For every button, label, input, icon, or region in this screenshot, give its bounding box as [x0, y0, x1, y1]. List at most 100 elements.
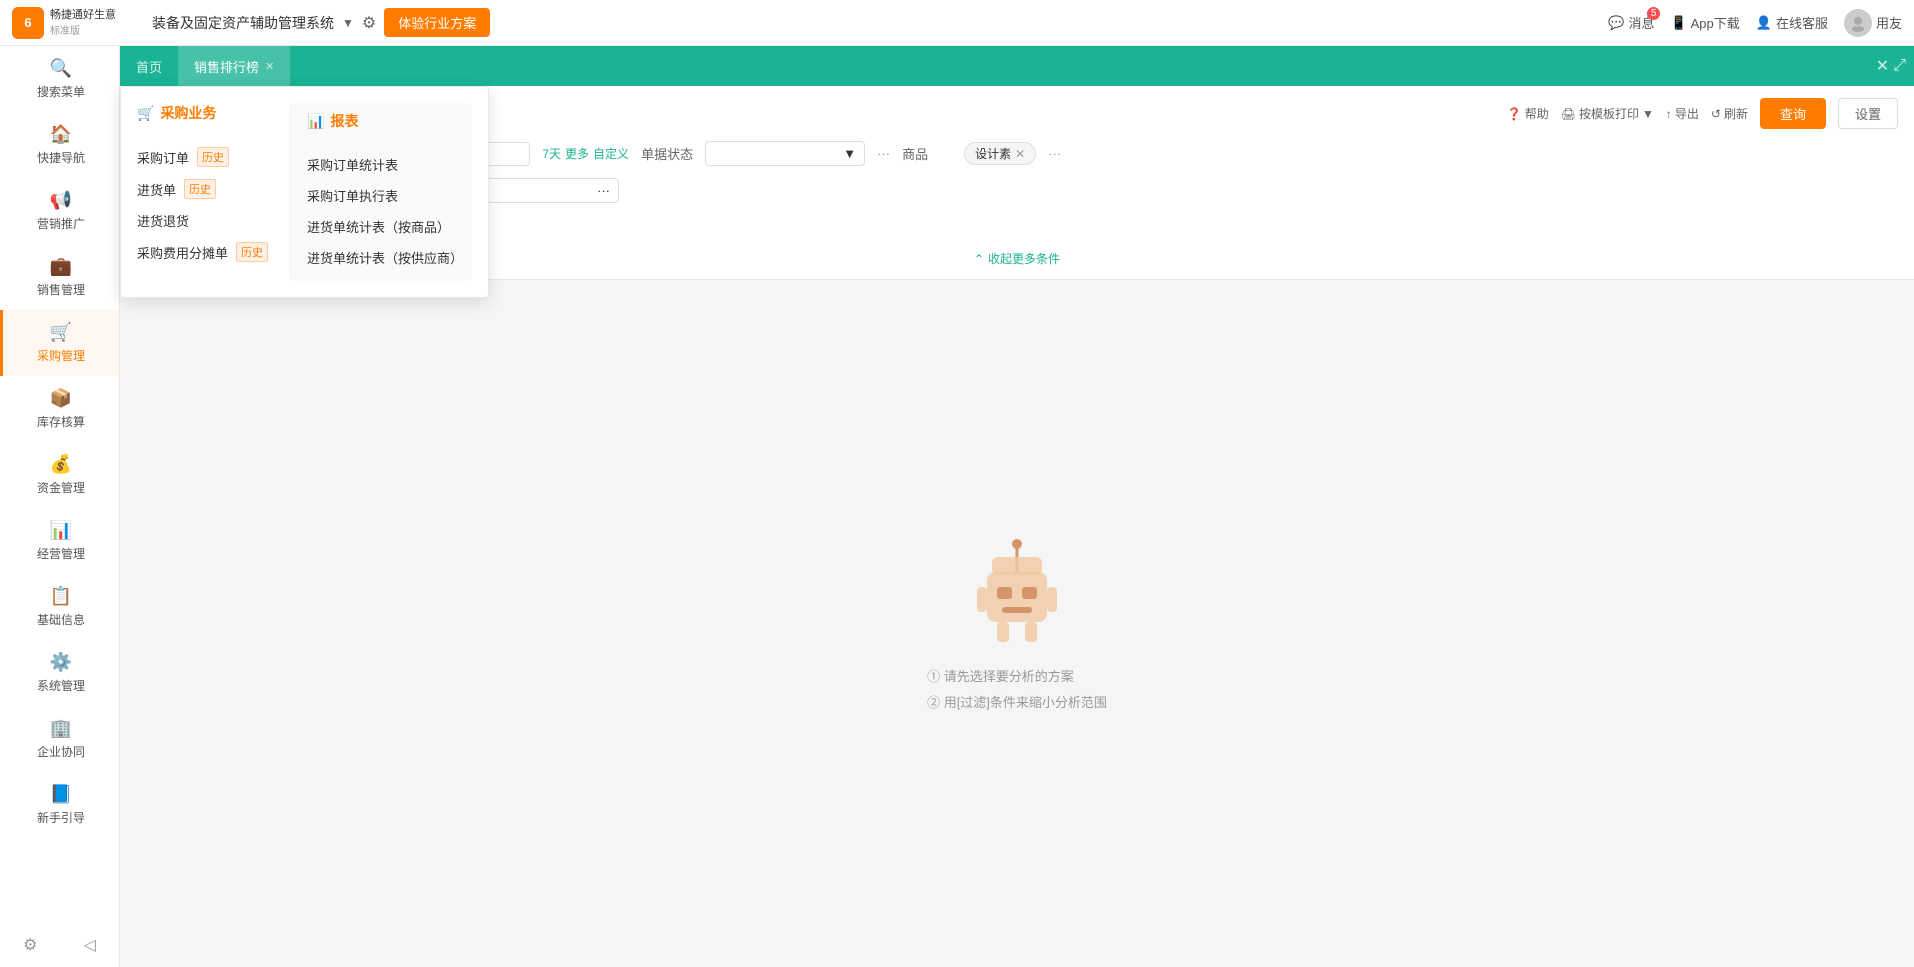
app-icon: 📱: [1670, 15, 1686, 31]
sidebar-item-guide[interactable]: 📘 新手引导: [0, 772, 119, 838]
sidebar-item-finance[interactable]: 💰 资金管理: [0, 442, 119, 508]
empty-tip: ① 请先选择要分析的方案 ② 用[过滤]条件来缩小分析范围: [927, 664, 1107, 716]
order-exec-label: 采购订单执行表: [307, 186, 398, 205]
doc-status-select[interactable]: ▼: [705, 141, 865, 166]
quick-custom-btn[interactable]: 自定义: [593, 145, 629, 162]
purchase-dropdown-menu: 🛒 采购业务 采购订单 历史 进货单 历史 进货退货 采购费用分摊单 历史 📊 …: [120, 86, 489, 298]
search-icon: 🔍: [50, 58, 72, 79]
sidebar-label-basic: 基础信息: [37, 611, 85, 628]
sidebar-label-sales: 销售管理: [37, 281, 85, 298]
sidebar-collapse-btn[interactable]: ◁: [84, 935, 96, 955]
sidebar-item-marketing[interactable]: 📢 营销推广: [0, 178, 119, 244]
export-label: 导出: [1675, 105, 1699, 122]
message-badge: 5: [1647, 7, 1661, 20]
goods-receipt-history: 历史: [184, 179, 216, 199]
goods-tag-text: 设计素: [975, 145, 1011, 162]
sidebar-label-search: 搜索菜单: [37, 83, 85, 100]
sidebar-bottom: ⚙ ◁: [0, 923, 119, 967]
brand-name: 畅捷通好生意: [50, 8, 116, 22]
menu-item-receipt-stats-goods[interactable]: 进货单统计表（按商品）: [307, 211, 460, 242]
user-label: 用友: [1876, 13, 1902, 32]
goods-label: 商品: [902, 144, 952, 163]
sidebar-item-sales[interactable]: 💼 销售管理: [0, 244, 119, 310]
purchase-report-label: 报表: [330, 111, 358, 131]
app-download-btn[interactable]: 📱 App下载: [1670, 13, 1739, 32]
trial-btn[interactable]: 体验行业方案: [384, 8, 490, 37]
print-btn[interactable]: 🖨 按模板打印 ▼: [1561, 105, 1654, 122]
guide-icon: 📘: [50, 784, 72, 805]
sidebar-item-operations[interactable]: 📊 经营管理: [0, 508, 119, 574]
quick-7days-btn[interactable]: 7天: [542, 145, 561, 162]
menu-item-order-exec[interactable]: 采购订单执行表: [307, 180, 460, 211]
finance-icon: 💰: [50, 454, 72, 475]
help-label: 帮助: [1525, 105, 1549, 122]
sidebar-item-system[interactable]: ⚙️ 系统管理: [0, 640, 119, 706]
sidebar: 🔍 搜索菜单 🏠 快捷导航 📢 营销推广 💼 销售管理 🛒 采购管理 📦 库存核…: [0, 46, 120, 967]
tab-home[interactable]: 首页: [120, 46, 178, 86]
sidebar-label-inventory: 库存核算: [37, 413, 85, 430]
message-btn[interactable]: 💬 消息 5: [1608, 13, 1654, 32]
purchase-expense-label: 采购费用分摊单: [137, 243, 228, 262]
sidebar-label-enterprise: 企业协同: [37, 743, 85, 760]
menu-item-receipt-stats-supplier[interactable]: 进货单统计表（按供应商）: [307, 242, 460, 273]
tab-close-all-btn[interactable]: ✕: [1876, 56, 1889, 76]
tab-bar: 首页 销售排行榜 ✕ ✕ ⤢: [120, 46, 1914, 86]
ellipsis-1: ···: [877, 146, 890, 161]
goods-receipt-label: 进货单: [137, 180, 176, 199]
quick-more-btn[interactable]: 更多: [565, 145, 589, 162]
goods-tag-close[interactable]: ✕: [1015, 147, 1025, 161]
tab-maximize-btn[interactable]: ⤢: [1893, 57, 1906, 75]
sidebar-label-guide: 新手引导: [37, 809, 85, 826]
purchase-report-title: 📊 报表: [307, 111, 460, 137]
top-header: 6 畅捷通好生意 标准版 装备及固定资产辅助管理系统 ▼ ⚙ 体验行业方案 💬 …: [0, 0, 1914, 46]
user-btn[interactable]: 用友: [1844, 9, 1902, 37]
menu-item-order-stats[interactable]: 采购订单统计表: [307, 149, 460, 180]
purchase-order-label: 采购订单: [137, 148, 189, 167]
menu-item-purchase-expense[interactable]: 采购费用分摊单 历史: [137, 236, 290, 268]
gear-btn[interactable]: ⚙: [362, 13, 376, 33]
sidebar-label-marketing: 营销推广: [37, 215, 85, 232]
export-btn[interactable]: ↑ 导出: [1666, 105, 1699, 122]
empty-tip-1: ① 请先选择要分析的方案: [927, 664, 1107, 690]
query-btn[interactable]: 查询: [1760, 98, 1826, 129]
purchase-order-history: 历史: [197, 147, 229, 167]
empty-illustration: [957, 532, 1077, 652]
settings-btn[interactable]: 设置: [1838, 98, 1898, 129]
refresh-btn[interactable]: ↺ 刷新: [1711, 105, 1748, 122]
menu-item-goods-return[interactable]: 进货退货: [137, 205, 290, 236]
receipt-stats-supplier-label: 进货单统计表（按供应商）: [307, 248, 460, 267]
help-btn[interactable]: ❓ 帮助: [1507, 105, 1549, 122]
empty-area: ① 请先选择要分析的方案 ② 用[过滤]条件来缩小分析范围: [120, 280, 1914, 967]
empty-tip-2: ② 用[过滤]条件来缩小分析范围: [927, 690, 1107, 716]
menu-item-goods-receipt[interactable]: 进货单 历史: [137, 173, 290, 205]
online-service-btn[interactable]: 👤 在线客服: [1756, 13, 1828, 32]
basic-icon: 📋: [50, 586, 72, 607]
logo-icon: 6: [12, 7, 44, 39]
sidebar-item-enterprise[interactable]: 🏢 企业协同: [0, 706, 119, 772]
doc-status-label: 单据状态: [641, 144, 693, 163]
user-avatar: [1844, 9, 1872, 37]
purchase-expense-history: 历史: [236, 242, 268, 262]
sidebar-item-quick-nav[interactable]: 🏠 快捷导航: [0, 112, 119, 178]
header-middle: 装备及固定资产辅助管理系统 ▼ ⚙ 体验行业方案: [132, 8, 1608, 37]
purchase-business-label: 采购业务: [160, 103, 216, 123]
sidebar-item-inventory[interactable]: 📦 库存核算: [0, 376, 119, 442]
sidebar-item-purchase[interactable]: 🛒 采购管理: [0, 310, 119, 376]
logo-area: 6 畅捷通好生意 标准版: [12, 7, 132, 39]
sidebar-item-search[interactable]: 🔍 搜索菜单: [0, 46, 119, 112]
quick-date-btns: 7天 更多 自定义: [542, 145, 629, 162]
menu-item-purchase-order[interactable]: 采购订单 历史: [137, 141, 290, 173]
system-dropdown-btn[interactable]: ▼: [342, 16, 354, 30]
sidebar-settings-btn[interactable]: ⚙: [23, 935, 37, 955]
service-icon: 👤: [1756, 15, 1772, 31]
inventory-icon: 📦: [50, 388, 72, 409]
sidebar-label-operations: 经营管理: [37, 545, 85, 562]
sidebar-item-basic[interactable]: 📋 基础信息: [0, 574, 119, 640]
goods-return-label: 进货退货: [137, 211, 189, 230]
sidebar-label-purchase: 采购管理: [37, 347, 85, 364]
purchase-business-icon: 🛒: [137, 105, 154, 122]
goods-tag: 设计素 ✕: [964, 142, 1036, 165]
help-icon: ❓: [1507, 107, 1522, 121]
tab-close-btn[interactable]: ✕: [265, 60, 274, 73]
tab-sales-rank[interactable]: 销售排行榜 ✕: [178, 46, 290, 86]
